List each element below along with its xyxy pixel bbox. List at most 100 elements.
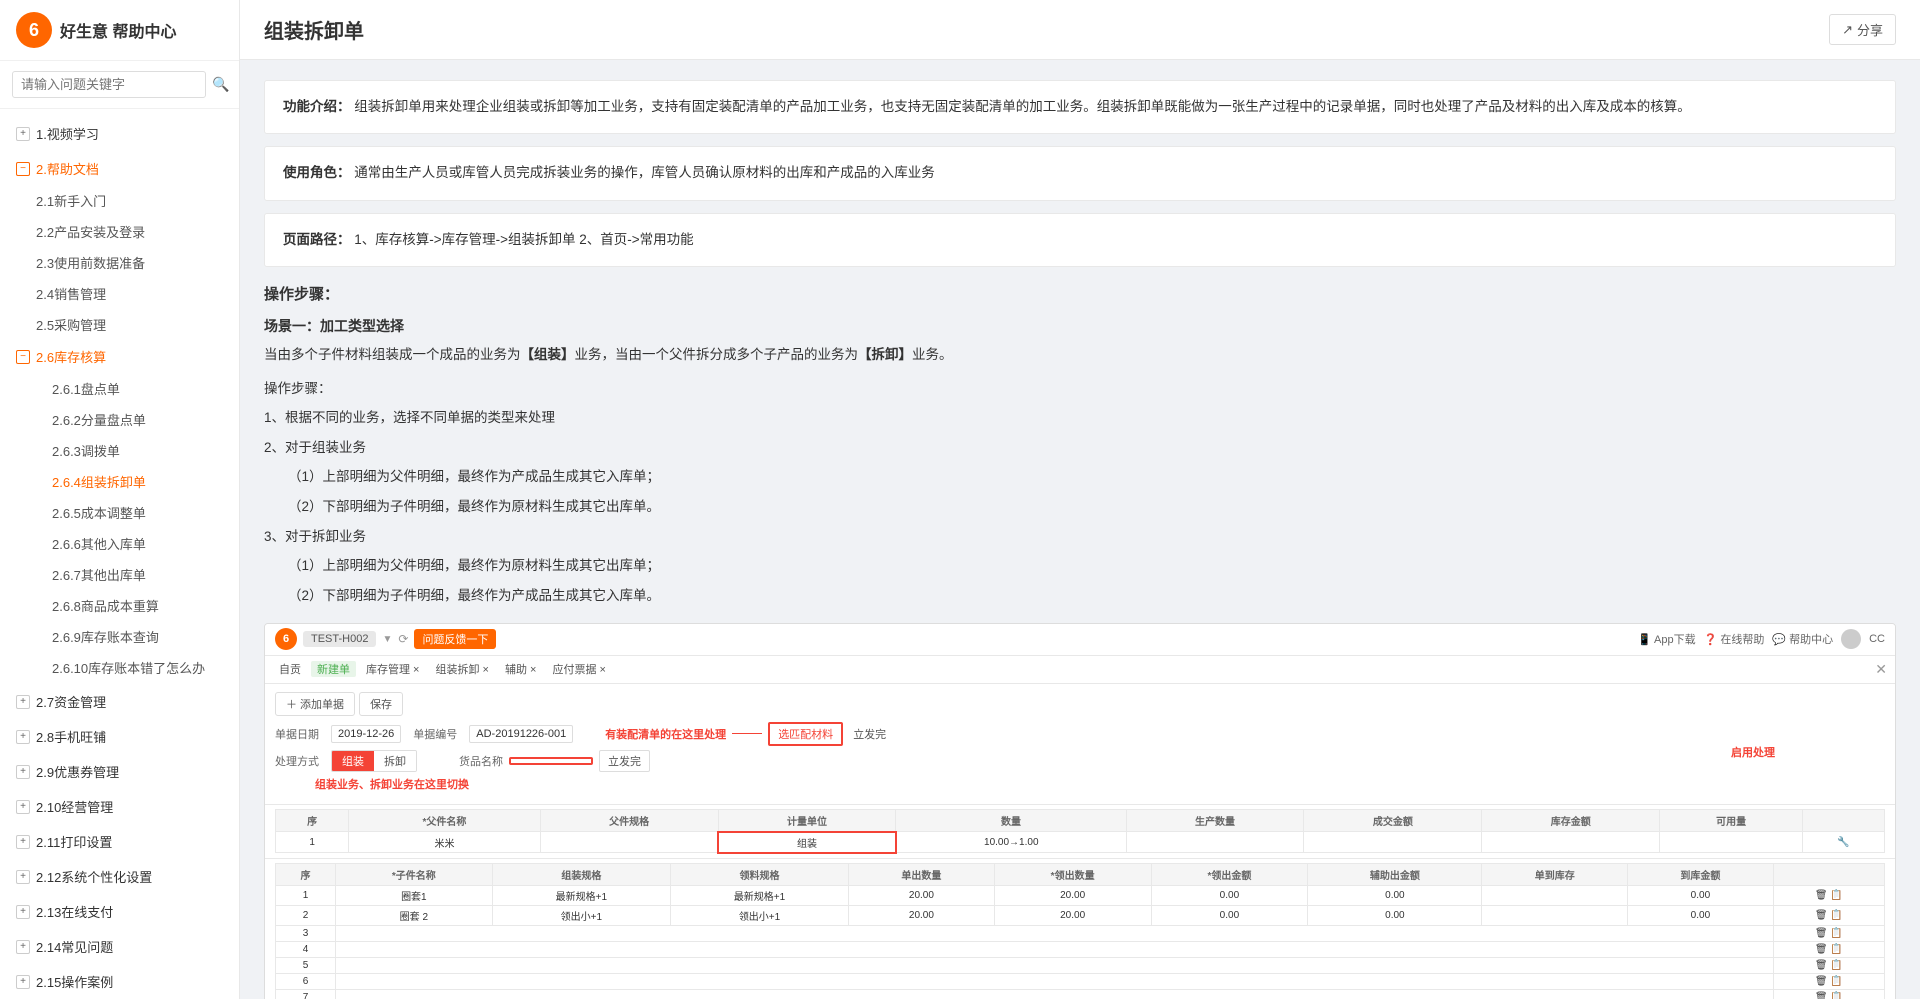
ss-th-b-child-name: *子件名称 (335, 863, 492, 885)
sidebar-item-faq[interactable]: + 2.14常见问题 (0, 930, 239, 963)
ss-form-row1: 单据日期 2019-12-26 单据编号 AD-20191226-001 有装配… (275, 722, 1885, 746)
ss-confirm-btn: 立发完 (599, 750, 650, 772)
sidebar-item-ops[interactable]: + 2.10经营管理 (0, 790, 239, 823)
search-icon[interactable]: 🔍 (212, 76, 229, 93)
ss-assembly-tab: 组装 (332, 751, 374, 771)
ss-td-b-act1: 🗑 📋 (1773, 885, 1884, 905)
ss-td-b-empty7 (335, 989, 1773, 999)
ss-td-b-uout1: 20.00 (849, 885, 995, 905)
ss-td-b-act2: 🗑 📋 (1773, 905, 1884, 925)
ss-td-b-pspec2: 领出小+1 (670, 905, 848, 925)
ss-company: TEST-H002 (303, 631, 376, 647)
expand-icon: + (16, 870, 30, 884)
ss-match-btn: 选匹配材料 (768, 722, 843, 746)
nav-section-mobile: + 2.8手机旺铺 (0, 720, 239, 753)
sidebar-item-cases[interactable]: + 2.15操作案例 (0, 965, 239, 998)
ss-date-value: 2019-12-26 (331, 725, 401, 743)
sidebar-item-label: 2.6库存核算 (36, 347, 106, 366)
sidebar-item-payment[interactable]: + 2.13在线支付 (0, 895, 239, 928)
sidebar-item-other-in[interactable]: 2.6.6其他入库单 (16, 528, 239, 559)
share-button[interactable]: ↗ 分享 (1829, 14, 1896, 45)
path-label: 页面路径： (283, 232, 351, 247)
ss-th-b-pick-spec: 领料规格 (670, 863, 848, 885)
sidebar: 6 好生意 帮助中心 🔍 + 1.视频学习 − 2.帮助文档 2.1新手入门 2… (0, 0, 240, 999)
ss-annotation-assembly: 组装业务、拆卸业务在这里切换 (315, 776, 1885, 792)
sidebar-item-sales[interactable]: 2.4销售管理 (0, 278, 239, 309)
sidebar-item-coupon[interactable]: + 2.9优惠券管理 (0, 755, 239, 788)
table-row: 1 米米 组装 10.00→1.00 🔧 (276, 832, 1885, 853)
ss-td-trade-amt (1304, 832, 1482, 853)
sidebar-item-label: 2.13在线支付 (36, 902, 113, 921)
share-label: 分享 (1857, 20, 1883, 39)
ss-topbar-right: 📱 App下载 ❓ 在线帮助 💬 帮助中心 CC (1638, 629, 1885, 649)
sidebar-item-mobile[interactable]: + 2.8手机旺铺 (0, 720, 239, 753)
sidebar-item-docs[interactable]: − 2.帮助文档 (0, 152, 239, 185)
ss-search-field-area: 货品名称 立发完 (459, 750, 650, 772)
sidebar-item-assembly[interactable]: 2.6.4组装拆卸单 (16, 466, 239, 497)
sidebar-item-inv-ledger[interactable]: 2.6.9库存账本查询 (16, 621, 239, 652)
inventory-sub-items: 2.6.1盘点单 2.6.2分量盘点单 2.6.3调拨单 2.6.4组装拆卸单 … (0, 373, 239, 683)
sidebar-item-transfer[interactable]: 2.6.3调拨单 (16, 435, 239, 466)
ss-td-b-oqty2: 20.00 (994, 905, 1151, 925)
sidebar-item-video[interactable]: + 1.视频学习 (0, 117, 239, 150)
ss-menu-aux: 辅助 × (499, 661, 542, 677)
scene1-steps-heading: 操作步骤： (264, 376, 1896, 402)
ss-ship-btn: 立发完 (853, 726, 886, 742)
docs-sub-items: 2.1新手入门 2.2产品安装及登录 2.3使用前数据准备 2.4销售管理 2.… (0, 185, 239, 683)
sidebar-item-finance[interactable]: + 2.7资金管理 (0, 685, 239, 718)
page-title: 组装拆卸单 (264, 15, 364, 44)
sidebar-item-label: 2.8手机旺铺 (36, 727, 106, 746)
sidebar-item-stocktake[interactable]: 2.6.1盘点单 (16, 373, 239, 404)
sidebar-item-other-out[interactable]: 2.6.7其他出库单 (16, 559, 239, 590)
ss-menu-home: 自贡 (273, 661, 307, 677)
ss-bottom-table: 序 *子件名称 组装规格 领料规格 单出数量 *领出数量 *领出金额 辅助出金额… (275, 863, 1885, 999)
ss-td-b-seq4: 4 (276, 941, 336, 957)
nav-section-faq: + 2.14常见问题 (0, 930, 239, 963)
ss-td-b-aspec1: 最新规格+1 (492, 885, 670, 905)
nav-section-docs: − 2.帮助文档 2.1新手入门 2.2产品安装及登录 2.3使用前数据准备 2… (0, 152, 239, 683)
ss-td-b-oqty1: 20.00 (994, 885, 1151, 905)
ss-td-parent-name: 米米 (349, 832, 540, 853)
ss-th-prod-qty: 生产数量 (1126, 809, 1304, 832)
ss-th-b-arr-inv: 单到库存 (1482, 863, 1628, 885)
ss-close-icon: ✕ (1875, 661, 1887, 678)
sidebar-item-data-prep[interactable]: 2.3使用前数据准备 (0, 247, 239, 278)
sidebar-item-install[interactable]: 2.2产品安装及登录 (0, 216, 239, 247)
ss-td-b-auxamt1: 0.00 (1308, 885, 1482, 905)
scene1-heading: 场景一：加工类型选择 (264, 316, 1896, 336)
intro-label: 功能介绍： (283, 99, 351, 114)
sidebar-item-print[interactable]: + 2.11打印设置 (0, 825, 239, 858)
ss-td-b-aamt1: 0.00 (1628, 885, 1774, 905)
ss-new-btn: 问题反馈一下 (414, 629, 496, 649)
ss-annotation1-text: 有装配清单的在这里处理 (605, 726, 726, 742)
sidebar-item-beginner[interactable]: 2.1新手入门 (0, 185, 239, 216)
sidebar-item-purchase[interactable]: 2.5采购管理 (0, 309, 239, 340)
ss-td-b-uout2: 20.00 (849, 905, 995, 925)
app-logo: 6 (16, 12, 52, 48)
table-row: 4 🗑 📋 (276, 941, 1885, 957)
sidebar-item-partial-stocktake[interactable]: 2.6.2分量盘点单 (16, 404, 239, 435)
nav-section-payment: + 2.13在线支付 (0, 895, 239, 928)
table-row: 7 🗑 📋 (276, 989, 1885, 999)
ss-menu-new1: 新建单 (311, 661, 356, 677)
ss-menubar: 自贡 新建单 库存管理 × 组装拆卸 × 辅助 × 应付票据 × ✕ (265, 656, 1895, 684)
sidebar-item-cost-adj[interactable]: 2.6.5成本调整单 (16, 497, 239, 528)
screenshot-container: 6 TEST-H002 ▼ ⟳ 问题反馈一下 📱 App下载 ❓ 在线帮助 💬 … (264, 623, 1896, 999)
sidebar-item-inventory[interactable]: − 2.6库存核算 (0, 340, 239, 373)
search-box[interactable]: 🔍 (0, 61, 239, 109)
ss-th-b-unit-out: 单出数量 (849, 863, 995, 885)
ss-td-prod-qty (1126, 832, 1304, 853)
table-row: 2 圈套 2 领出小+1 领出小+1 20.00 20.00 0.00 0.00… (276, 905, 1885, 925)
sidebar-item-cost-recalc[interactable]: 2.6.8商品成本重算 (16, 590, 239, 621)
ss-td-b-pspec1: 最新规格+1 (670, 885, 848, 905)
sidebar-item-label: 2.12系统个性化设置 (36, 867, 152, 886)
search-input[interactable] (12, 71, 206, 98)
ss-bottom-table-area: 序 *子件名称 组装规格 领料规格 单出数量 *领出数量 *领出金额 辅助出金额… (265, 859, 1895, 999)
nav-section-finance: + 2.7资金管理 (0, 685, 239, 718)
expand-icon: + (16, 940, 30, 954)
sidebar-item-inv-error[interactable]: 2.6.10库存账本错了怎么办 (16, 652, 239, 683)
app-title: 好生意 帮助中心 (60, 18, 176, 42)
ss-disassembly-tab: 拆卸 (374, 751, 416, 771)
sidebar-item-system[interactable]: + 2.12系统个性化设置 (0, 860, 239, 893)
ss-order-label: 单据编号 (413, 726, 457, 742)
